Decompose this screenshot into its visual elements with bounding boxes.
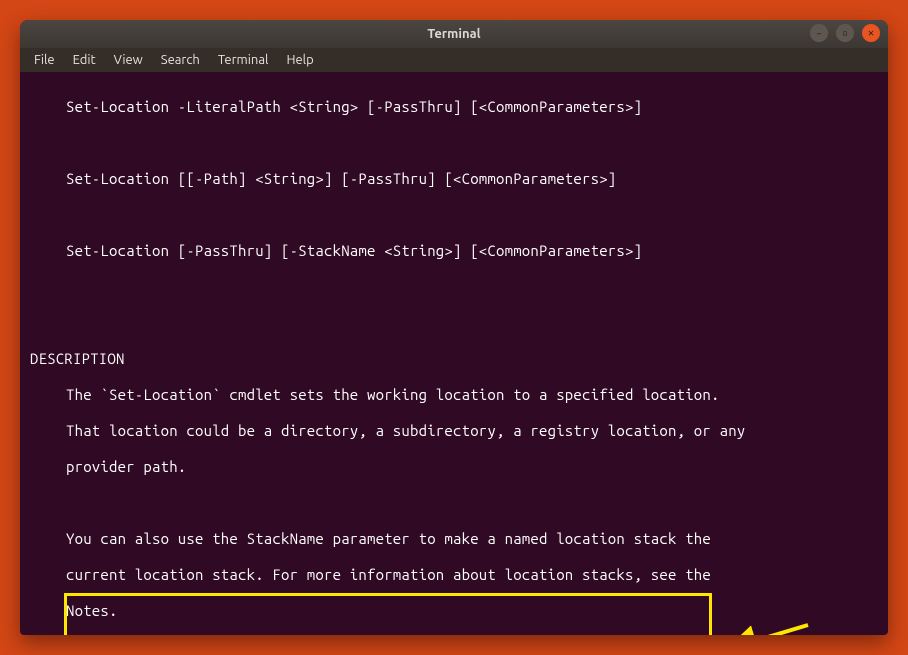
menu-view[interactable]: View — [106, 51, 151, 69]
syntax-line: Set-Location [-PassThru] [-StackName <St… — [66, 242, 878, 260]
description-text: Notes. — [66, 602, 878, 620]
window-title: Terminal — [20, 27, 888, 41]
blank-line — [30, 494, 878, 512]
description-heading: DESCRIPTION — [30, 350, 878, 368]
blank-line — [30, 206, 878, 224]
menu-edit[interactable]: Edit — [65, 51, 104, 69]
description-text: That location could be a directory, a su… — [66, 422, 878, 440]
maximize-icon: ▫ — [842, 27, 848, 39]
maximize-button[interactable]: ▫ — [836, 24, 854, 42]
menu-terminal[interactable]: Terminal — [210, 51, 277, 69]
close-icon: ✕ — [868, 27, 874, 39]
syntax-line: Set-Location -LiteralPath <String> [-Pas… — [66, 98, 878, 116]
description-text: provider path. — [66, 458, 878, 476]
blank-line — [30, 314, 878, 332]
syntax-line: Set-Location [[-Path] <String>] [-PassTh… — [66, 170, 878, 188]
minimize-button[interactable]: – — [810, 24, 828, 42]
description-text: You can also use the StackName parameter… — [66, 530, 878, 548]
menubar: File Edit View Search Terminal Help — [20, 48, 888, 72]
window-buttons: – ▫ ✕ — [810, 24, 880, 42]
menu-help[interactable]: Help — [278, 51, 321, 69]
description-text: The `Set-Location` cmdlet sets the worki… — [66, 386, 878, 404]
titlebar[interactable]: Terminal – ▫ ✕ — [20, 20, 888, 48]
description-text: current location stack. For more informa… — [66, 566, 878, 584]
blank-line — [30, 278, 878, 296]
blank-line — [30, 134, 878, 152]
minimize-icon: – — [816, 28, 822, 39]
close-button[interactable]: ✕ — [862, 24, 880, 42]
menu-search[interactable]: Search — [153, 51, 208, 69]
terminal-window: Terminal – ▫ ✕ File Edit View Search Ter… — [20, 20, 888, 635]
terminal-output[interactable]: Set-Location -LiteralPath <String> [-Pas… — [20, 72, 888, 635]
menu-file[interactable]: File — [26, 51, 63, 69]
annotation-arrow-icon — [738, 617, 818, 635]
